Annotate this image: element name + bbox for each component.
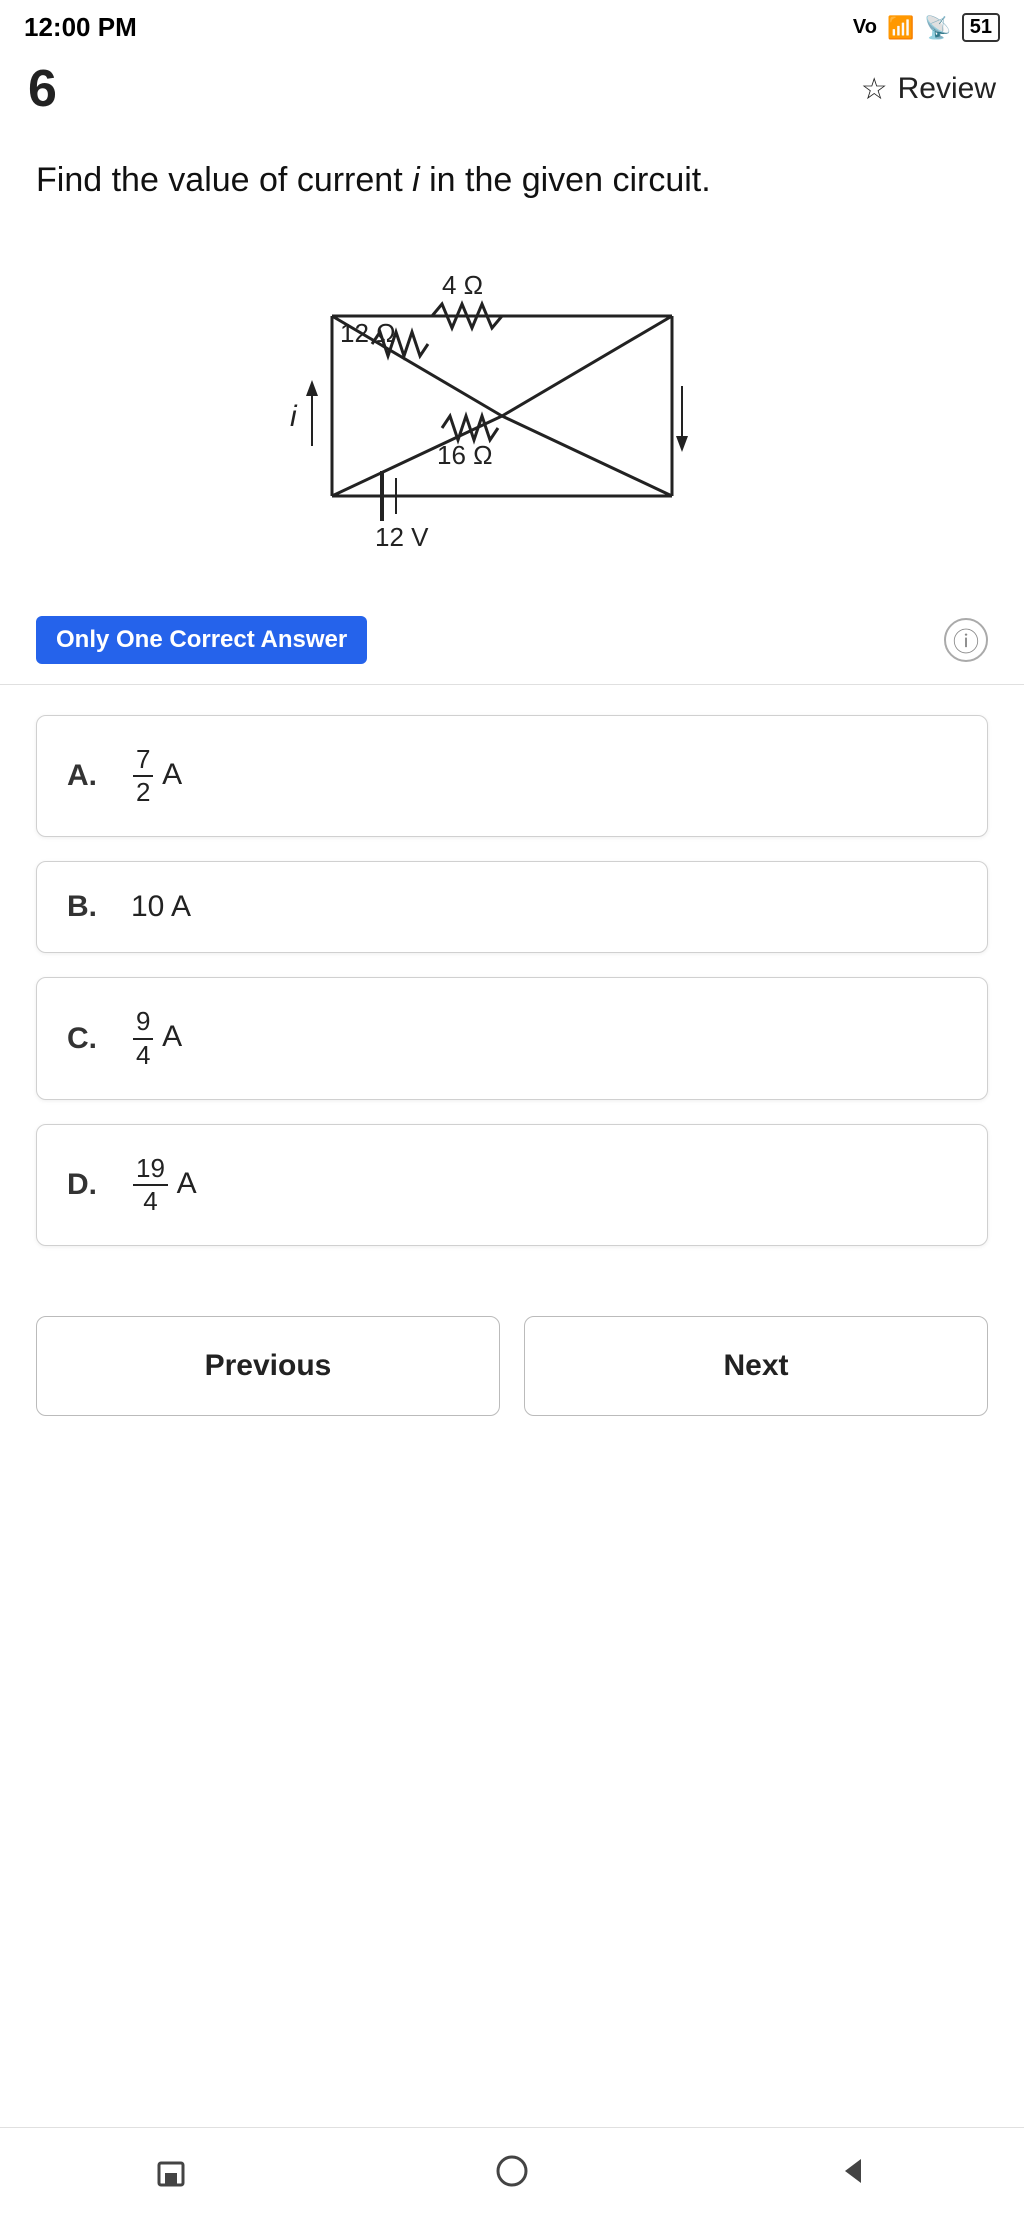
back-icon[interactable]	[828, 2146, 878, 2196]
question-section: Find the value of current i in the given…	[0, 135, 1024, 216]
option-d-fraction: 19 4	[133, 1153, 168, 1217]
option-d-content: 19 4 A	[131, 1153, 197, 1217]
question-number: 6	[28, 59, 57, 119]
options-section: A. 7 2 A B. 10 A C. 9 4 A D. 19 4	[0, 695, 1024, 1266]
nav-buttons: Previous Next	[0, 1286, 1024, 1446]
status-bar: 12:00 PM Vo 📶 📡 51	[0, 0, 1024, 51]
signal-icon: 📶	[887, 15, 914, 41]
circuit-diagram: 4 Ω 12 Ω 16 Ω 12 V i	[0, 216, 1024, 606]
question-text: Find the value of current i in the given…	[36, 155, 988, 206]
battery-icon: 51	[962, 13, 1000, 42]
circle-icon[interactable]	[487, 2146, 537, 2196]
option-a-content: 7 2 A	[131, 744, 182, 808]
next-button[interactable]: Next	[524, 1316, 988, 1416]
option-c-label: C.	[67, 1022, 107, 1056]
option-d-label: D.	[67, 1168, 107, 1202]
svg-text:i: i	[290, 400, 298, 433]
previous-button[interactable]: Previous	[36, 1316, 500, 1416]
option-a-fraction: 7 2	[133, 744, 153, 808]
option-b-label: B.	[67, 890, 107, 924]
home-icon[interactable]	[146, 2146, 196, 2196]
bottom-bar	[0, 2127, 1024, 2218]
option-a-label: A.	[67, 759, 107, 793]
star-icon: ☆	[861, 72, 888, 107]
option-c[interactable]: C. 9 4 A	[36, 977, 988, 1099]
option-b-content: 10 A	[131, 890, 191, 924]
vo-icon: Vo	[853, 16, 877, 39]
svg-text:12 V: 12 V	[375, 522, 429, 552]
option-a[interactable]: A. 7 2 A	[36, 715, 988, 837]
top-nav: 6 ☆ Review	[0, 51, 1024, 135]
status-time: 12:00 PM	[24, 12, 137, 43]
svg-text:12 Ω: 12 Ω	[340, 318, 396, 348]
option-d[interactable]: D. 19 4 A	[36, 1124, 988, 1246]
option-b[interactable]: B. 10 A	[36, 861, 988, 953]
status-icons: Vo 📶 📡 51	[853, 13, 1000, 42]
option-c-content: 9 4 A	[131, 1006, 182, 1070]
svg-text:16 Ω: 16 Ω	[437, 440, 493, 470]
svg-text:4 Ω: 4 Ω	[442, 270, 483, 300]
wifi-icon: 📡	[924, 15, 951, 41]
review-button[interactable]: ☆ Review	[861, 72, 996, 107]
divider-1	[0, 684, 1024, 685]
circuit-svg: 4 Ω 12 Ω 16 Ω 12 V i	[232, 236, 792, 576]
option-c-fraction: 9 4	[133, 1006, 153, 1070]
answer-type-section: Only One Correct Answer ⓘ	[0, 606, 1024, 674]
info-icon[interactable]: ⓘ	[944, 618, 988, 662]
answer-type-badge: Only One Correct Answer	[36, 616, 367, 664]
review-label: Review	[898, 72, 996, 106]
